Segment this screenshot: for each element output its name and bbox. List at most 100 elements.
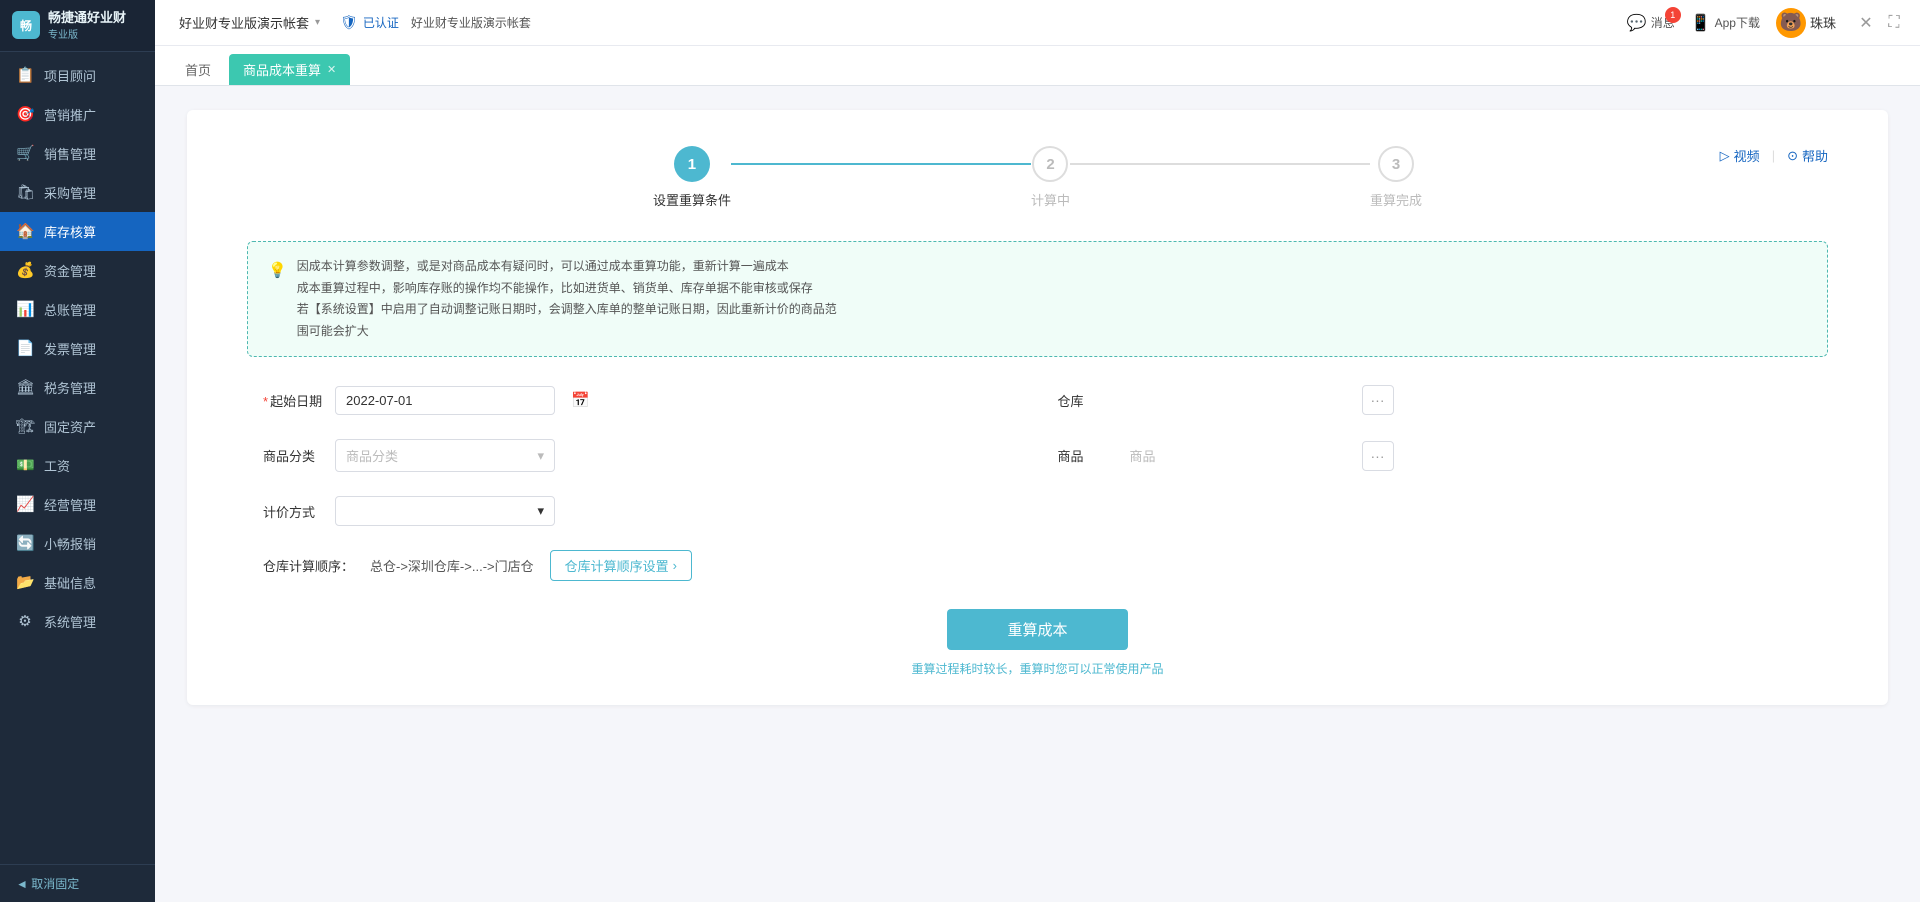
app-download-button[interactable]: 📱 App下载 (1691, 13, 1760, 33)
sidebar-item-inventory[interactable]: 🏠 库存核算 (0, 212, 155, 251)
verified-account-name: 好业财专业版演示帐套 (411, 14, 531, 31)
sidebar-item-tax[interactable]: 🏛 税务管理 (0, 368, 155, 407)
start-date-field: *起始日期 📅 (263, 386, 1018, 415)
cancel-pin-label: ◄ 取消固定 (16, 875, 79, 892)
category-select[interactable]: 商品分类 ▾ (335, 439, 555, 472)
category-chevron-icon: ▾ (537, 448, 544, 464)
step-3-label: 重算完成 (1370, 190, 1422, 209)
product-selector-button[interactable]: ··· (1362, 441, 1394, 471)
pricing-label: 计价方式 (263, 502, 323, 521)
sidebar-item-label-payroll: 工资 (44, 456, 70, 475)
topbar: 好业财专业版演示帐套 ▾ 🛡 已认证 好业财专业版演示帐套 💬 消息 1 📱 A… (155, 0, 1920, 46)
tab-close-icon[interactable]: ✕ (327, 63, 336, 76)
sidebar-item-assets[interactable]: 🏗 固定资产 (0, 407, 155, 446)
system-icon: ⚙ (16, 612, 34, 630)
assets-icon: 🏗 (16, 417, 34, 435)
pricing-select[interactable]: ▾ (335, 496, 555, 526)
product-field: 商品 商品 ··· (1058, 441, 1813, 471)
avatar: 🐻 (1776, 8, 1806, 38)
sidebar-item-finance[interactable]: 💰 资金管理 (0, 251, 155, 290)
lightbulb-icon: 💡 (268, 257, 287, 342)
warehouse-order-prefix: 仓库计算顺序： (263, 556, 354, 575)
ops-icon: 📈 (16, 495, 34, 513)
project-icon: 📋 (16, 66, 34, 84)
tab-home[interactable]: 首页 (171, 54, 225, 85)
sidebar-item-label-tax: 税务管理 (44, 378, 96, 397)
sidebar-item-project[interactable]: 📋 项目顾问 (0, 56, 155, 95)
pricing-row: 计价方式 ▾ (263, 496, 1812, 526)
product-placeholder: 商品 (1130, 449, 1156, 464)
info-line-2: 成本重算过程中，影响库存账的操作均不能操作，比如进货单、销货单、库存单据不能审核… (297, 278, 837, 300)
sidebar-item-label-inventory: 库存核算 (44, 222, 96, 241)
warehouse-order-btn-label: 仓库计算顺序设置 (565, 556, 669, 575)
step-wizard: 1 设置重算条件 2 计算中 3 重算完成 (247, 138, 1828, 209)
expand-window-button[interactable]: ⛶ (1884, 13, 1904, 33)
step-line-1 (731, 163, 1031, 165)
sidebar-item-ops[interactable]: 📈 经营管理 (0, 485, 155, 524)
product-label: 商品 (1058, 446, 1118, 465)
question-icon: ⊙ (1787, 148, 1798, 164)
info-line-4: 围可能会扩大 (297, 321, 837, 343)
tax-icon: 🏛 (16, 378, 34, 396)
messages-button[interactable]: 💬 消息 1 (1627, 13, 1675, 33)
step-3-group: 3 重算完成 (1370, 146, 1422, 209)
warehouse-order-settings-button[interactable]: 仓库计算顺序设置 › (550, 550, 692, 581)
notification-badge: 1 (1665, 7, 1681, 23)
app-logo: 畅 (12, 11, 40, 39)
sidebar-item-sales[interactable]: 🛒 销售管理 (0, 134, 155, 173)
recalc-button[interactable]: 重算成本 (947, 609, 1127, 650)
sidebar-item-label-marketing: 营销推广 (44, 105, 96, 124)
warehouse-label: 仓库 (1058, 391, 1118, 410)
step-1-circle: 1 (674, 146, 710, 182)
window-controls: ✕ ⛶ (1856, 13, 1904, 33)
sidebar-item-accounting[interactable]: 📊 总账管理 (0, 290, 155, 329)
username-label: 珠珠 (1810, 13, 1836, 32)
app-title-block: 畅捷通好业财 专业版 (48, 10, 126, 41)
step-2-group: 2 计算中 (1031, 146, 1070, 209)
pricing-chevron-icon: ▾ (537, 503, 544, 519)
start-date-input[interactable] (335, 386, 555, 415)
tab-recalc[interactable]: 商品成本重算 ✕ (229, 54, 350, 85)
info-line-3: 若【系统设置】中启用了自动调整记账日期时，会调整入库单的整单记账日期，因此重新计… (297, 299, 837, 321)
sidebar-item-label-purchase: 采购管理 (44, 183, 96, 202)
sidebar-item-basic[interactable]: 📂 基础信息 (0, 563, 155, 602)
required-indicator: * (263, 394, 268, 409)
sidebar-item-marketing[interactable]: 🎯 营销推广 (0, 95, 155, 134)
sidebar-item-invoice[interactable]: 📄 发票管理 (0, 329, 155, 368)
close-window-button[interactable]: ✕ (1856, 13, 1876, 33)
sidebar-item-expense[interactable]: 🔄 小畅报销 (0, 524, 155, 563)
form-section: *起始日期 📅 仓库 ··· 商品分类 (247, 385, 1828, 677)
user-profile-button[interactable]: 🐻 珠珠 (1776, 8, 1836, 38)
sidebar-item-label-project: 项目顾问 (44, 66, 96, 85)
sidebar-item-payroll[interactable]: 💵 工资 (0, 446, 155, 485)
form-row-2: 商品分类 商品分类 ▾ 商品 商品 ··· (263, 439, 1812, 472)
invoice-icon: 📄 (16, 339, 34, 357)
app-download-label: App下载 (1715, 14, 1760, 31)
purchase-icon: 🛍 (16, 183, 34, 201)
help-link[interactable]: ⊙ 帮助 (1787, 146, 1828, 165)
calendar-icon[interactable]: 📅 (571, 391, 590, 409)
category-placeholder: 商品分类 (346, 446, 398, 465)
sidebar-item-purchase[interactable]: 🛍 采购管理 (0, 173, 155, 212)
sales-icon: 🛒 (16, 144, 34, 162)
account-selector[interactable]: 好业财专业版演示帐套 ▾ (171, 9, 328, 36)
app-name: 畅捷通好业财 (48, 10, 126, 26)
video-link[interactable]: ▷ 视频 (1720, 146, 1760, 165)
warehouse-selector-button[interactable]: ··· (1362, 385, 1394, 415)
warehouse-field: 仓库 ··· (1058, 385, 1813, 415)
info-text: 因成本计算参数调整，或是对商品成本有疑问时，可以通过成本重算功能，重新计算一遍成… (297, 256, 837, 342)
sidebar-item-label-system: 系统管理 (44, 612, 96, 631)
account-name: 好业财专业版演示帐套 (179, 13, 309, 32)
sidebar-item-label-ops: 经营管理 (44, 495, 96, 514)
accounting-icon: 📊 (16, 300, 34, 318)
wizard-actions: ▷ 视频 | ⊙ 帮助 (1720, 146, 1828, 165)
info-line-1: 因成本计算参数调整，或是对商品成本有疑问时，可以通过成本重算功能，重新计算一遍成… (297, 256, 837, 278)
sidebar-item-system[interactable]: ⚙ 系统管理 (0, 602, 155, 641)
message-icon: 💬 (1627, 13, 1647, 33)
sidebar-footer[interactable]: ◄ 取消固定 (0, 864, 155, 902)
sidebar-header: 畅 畅捷通好业财 专业版 (0, 0, 155, 52)
step-3-circle: 3 (1378, 146, 1414, 182)
step-2-circle: 2 (1032, 146, 1068, 182)
verified-badge: 🛡 已认证 (340, 14, 399, 31)
product-input-area: 商品 (1130, 446, 1350, 465)
